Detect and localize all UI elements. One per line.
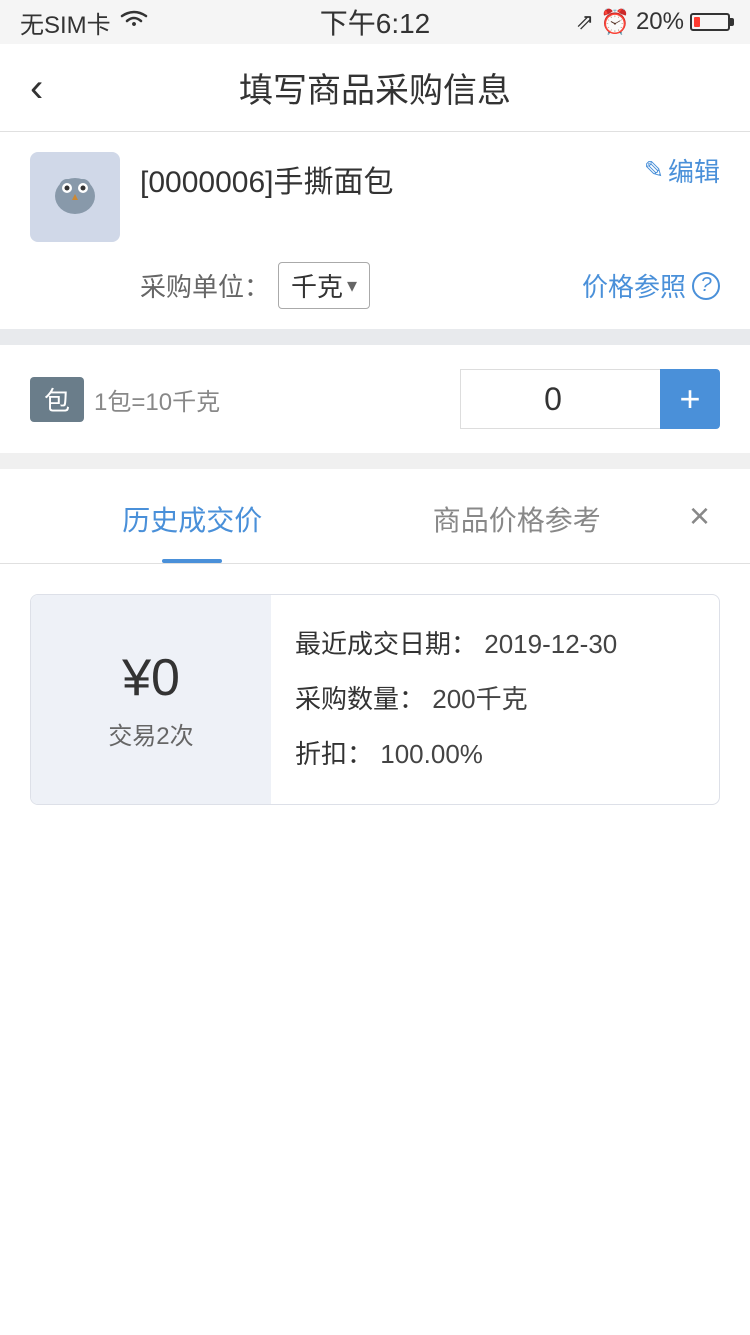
unit-info: 包 1包=10千克 [30,377,220,422]
edit-button[interactable]: ✎ 编辑 [644,152,720,189]
quantity-row: 包 1包=10千克 + [0,345,750,453]
product-info: [0000006]手撕面包 [30,152,393,242]
history-content: ¥0 交易2次 最近成交日期： 2019-12-30 采购数量： 200千克 折… [0,564,750,835]
edit-icon: ✎ [644,156,664,185]
quantity-input[interactable] [460,369,660,429]
discount-value: 100.00% [380,739,483,769]
discount-label: 折扣： [295,739,373,769]
location-icon: ⇗ [576,9,594,35]
history-price-left: ¥0 交易2次 [31,595,271,804]
purchase-qty-row: 采购数量： 200千克 [295,680,695,719]
unit-value: 千克 [291,267,343,304]
price-ref-info-icon: ? [692,272,720,300]
price-reference-button[interactable]: 价格参照 ? [582,267,720,304]
history-details-right: 最近成交日期： 2019-12-30 采购数量： 200千克 折扣： 100.0… [271,595,719,804]
status-left: 无SIM卡 [20,5,149,40]
alarm-icon: ⏰ [600,8,630,37]
battery-pct: 20% [636,8,684,36]
unit-label: 采购单位： [140,267,270,304]
owl-icon [45,162,105,232]
status-right: ⇗ ⏰ 20% [576,8,730,37]
empty-content-area [0,835,750,1335]
back-button[interactable]: ‹ [30,68,43,108]
tab-history-price[interactable]: 历史成交价 [30,469,354,563]
edit-label: 编辑 [668,152,720,189]
tabs-header: 历史成交价 商品价格参考 × [0,469,750,564]
recent-date-value: 2019-12-30 [484,629,617,659]
history-card: ¥0 交易2次 最近成交日期： 2019-12-30 采购数量： 200千克 折… [30,594,720,805]
unit-conversion: 1包=10千克 [94,382,220,417]
tabs-close-button[interactable]: × [679,475,720,557]
tab-history-label: 历史成交价 [122,505,262,536]
status-time: 下午6:12 [320,2,431,42]
status-bar: 无SIM卡 下午6:12 ⇗ ⏰ 20% [0,0,750,44]
section-divider [0,329,750,345]
tab-price-ref-label: 商品价格参考 [433,505,601,536]
battery-icon [690,13,730,31]
product-name: [0000006]手撕面包 [140,152,393,201]
tabs-section: 历史成交价 商品价格参考 × ¥0 交易2次 最近成交日期： 2019-12-3… [0,469,750,1335]
product-header: [0000006]手撕面包 ✎ 编辑 [30,152,720,242]
unit-dropdown-icon: ▾ [347,273,357,298]
product-card: [0000006]手撕面包 ✎ 编辑 采购单位： 千克 ▾ 价格参照 ? [0,132,750,329]
product-thumbnail [30,152,120,242]
trade-count: 交易2次 [108,716,193,751]
nav-bar: ‹ 填写商品采购信息 [0,44,750,132]
tab-price-reference[interactable]: 商品价格参考 [354,469,678,563]
quantity-control: + [460,369,720,429]
discount-row: 折扣： 100.00% [295,735,695,774]
recent-date-row: 最近成交日期： 2019-12-30 [295,625,695,664]
wifi-icon [119,8,149,37]
page-title: 填写商品采购信息 [239,63,511,112]
price-ref-label: 价格参照 [582,267,686,304]
history-price: ¥0 [122,648,180,708]
signal-text: 无SIM卡 [20,5,111,40]
purchase-qty-value: 200千克 [432,684,527,714]
quantity-plus-button[interactable]: + [660,369,720,429]
product-unit-row: 采购单位： 千克 ▾ 价格参照 ? [140,262,720,309]
unit-box: 包 [30,377,84,422]
unit-select[interactable]: 千克 ▾ [278,262,370,309]
recent-date-label: 最近成交日期： [295,629,477,659]
purchase-qty-label: 采购数量： [295,684,425,714]
